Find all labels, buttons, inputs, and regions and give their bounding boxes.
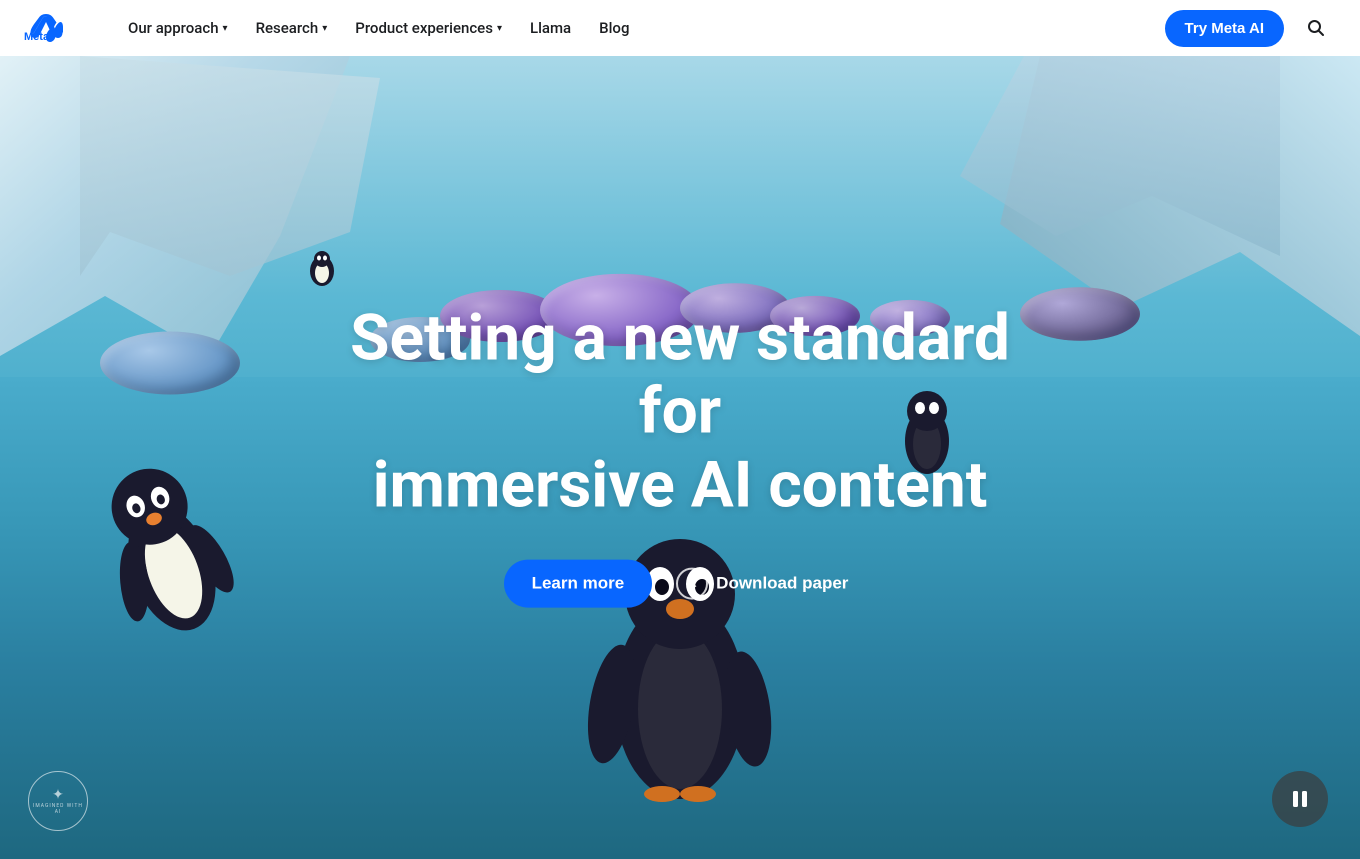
hero-buttons: Learn more → Download paper [340,554,1020,614]
nav-item-blog[interactable]: Blog [587,11,641,45]
nav-item-our-approach[interactable]: Our approach ▾ [116,11,240,45]
nav-item-llama[interactable]: Llama [518,11,583,45]
search-button[interactable] [1296,8,1336,48]
learn-more-button[interactable]: Learn more [504,560,653,608]
navbar-right: Try Meta AI [1165,8,1336,48]
chevron-down-icon: ▾ [223,23,228,34]
watermark-text: IMAGINED WITH AI [29,803,87,816]
arrow-right-icon: → [676,568,708,600]
hero-content: Setting a new standard for immersive AI … [340,301,1020,614]
navbar: Meta Our approach ▾ Research ▾ Product e… [0,0,1360,56]
floating-sphere-purple-6 [1020,287,1140,341]
hero-background: Setting a new standard for immersive AI … [0,56,1360,859]
chevron-down-icon: ▾ [322,23,327,34]
nav-item-product-experiences[interactable]: Product experiences ▾ [343,11,514,45]
navbar-left: Meta Our approach ▾ Research ▾ Product e… [24,11,641,45]
search-icon [1306,18,1326,38]
nav-links: Our approach ▾ Research ▾ Product experi… [116,11,641,45]
hero-section: Setting a new standard for immersive AI … [0,56,1360,859]
try-meta-ai-button[interactable]: Try Meta AI [1165,10,1284,47]
download-paper-button[interactable]: → Download paper [668,554,856,614]
floating-sphere-blue-1 [100,332,240,395]
chevron-down-icon: ▾ [497,23,502,34]
ai-watermark: ✦ IMAGINED WITH AI [28,771,88,831]
meta-logo[interactable]: Meta [24,12,84,44]
pause-button[interactable] [1272,771,1328,827]
svg-text:Meta: Meta [24,31,50,43]
penguin-small-top [300,251,345,286]
hero-title: Setting a new standard for immersive AI … [340,301,1020,522]
pause-icon [1289,788,1311,810]
nav-item-research[interactable]: Research ▾ [244,11,340,45]
